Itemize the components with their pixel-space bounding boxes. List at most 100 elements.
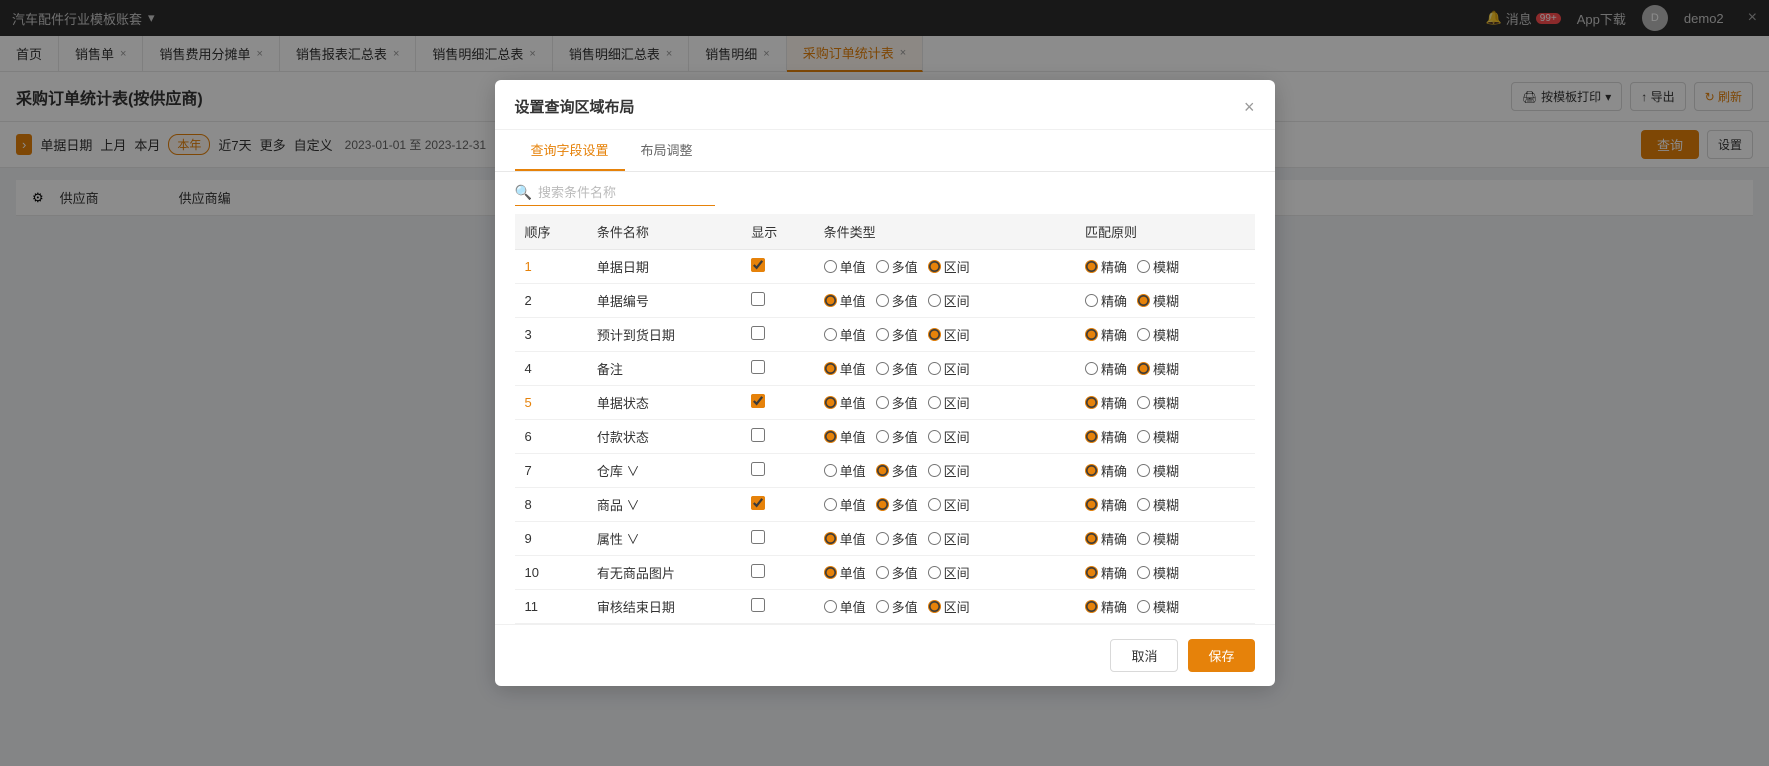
radio-match-模糊[interactable]: 模糊 [1137, 461, 1179, 480]
radio-match-精确[interactable]: 精确 [1085, 257, 1127, 276]
radio-condition-单值[interactable]: 单值 [824, 597, 866, 616]
row-display-cell[interactable] [741, 250, 813, 284]
row-condition-name: 属性 ∨ [587, 522, 741, 556]
row-condition-type-cell: 单值多值区间 [814, 250, 1075, 284]
settings-modal: 设置查询区域布局 × 查询字段设置 布局调整 🔍 顺序 [495, 80, 1275, 686]
radio-match-模糊[interactable]: 模糊 [1137, 563, 1179, 582]
radio-match-模糊[interactable]: 模糊 [1137, 359, 1179, 378]
radio-match-模糊[interactable]: 模糊 [1137, 325, 1179, 344]
radio-condition-单值[interactable]: 单值 [824, 529, 866, 548]
radio-match-精确[interactable]: 精确 [1085, 597, 1127, 616]
display-checkbox[interactable] [751, 258, 765, 272]
radio-condition-单值[interactable]: 单值 [824, 359, 866, 378]
radio-match-精确[interactable]: 精确 [1085, 393, 1127, 412]
save-button[interactable]: 保存 [1188, 639, 1254, 672]
table-row: 4备注单值多值区间精确模糊 [515, 352, 1255, 386]
modal-tab-layout[interactable]: 布局调整 [625, 130, 709, 171]
radio-condition-多值[interactable]: 多值 [876, 393, 918, 412]
row-display-cell[interactable] [741, 318, 813, 352]
radio-condition-区间[interactable]: 区间 [928, 495, 970, 514]
radio-condition-区间[interactable]: 区间 [928, 461, 970, 480]
col-condition-type: 条件类型 [814, 214, 1075, 250]
row-display-cell[interactable] [741, 454, 813, 488]
radio-match-模糊[interactable]: 模糊 [1137, 427, 1179, 446]
radio-condition-单值[interactable]: 单值 [824, 325, 866, 344]
row-display-cell[interactable] [741, 352, 813, 386]
radio-condition-多值[interactable]: 多值 [876, 597, 918, 616]
radio-match-精确[interactable]: 精确 [1085, 529, 1127, 548]
cancel-button[interactable]: 取消 [1110, 639, 1178, 672]
display-checkbox[interactable] [751, 530, 765, 544]
row-display-cell[interactable] [741, 420, 813, 454]
search-input[interactable] [538, 185, 698, 200]
radio-condition-单值[interactable]: 单值 [824, 291, 866, 310]
display-checkbox[interactable] [751, 462, 765, 476]
radio-match-模糊[interactable]: 模糊 [1137, 495, 1179, 514]
radio-condition-单值[interactable]: 单值 [824, 427, 866, 446]
radio-condition-单值[interactable]: 单值 [824, 495, 866, 514]
row-display-cell[interactable] [741, 284, 813, 318]
radio-condition-区间[interactable]: 区间 [928, 427, 970, 446]
radio-condition-区间[interactable]: 区间 [928, 359, 970, 378]
radio-match-模糊[interactable]: 模糊 [1137, 597, 1179, 616]
radio-condition-区间[interactable]: 区间 [928, 597, 970, 616]
row-display-cell[interactable] [741, 556, 813, 590]
row-display-cell[interactable] [741, 386, 813, 420]
radio-condition-区间[interactable]: 区间 [928, 257, 970, 276]
display-checkbox[interactable] [751, 326, 765, 340]
radio-condition-多值[interactable]: 多值 [876, 291, 918, 310]
radio-condition-区间[interactable]: 区间 [928, 529, 970, 548]
radio-match-精确[interactable]: 精确 [1085, 325, 1127, 344]
radio-match-模糊[interactable]: 模糊 [1137, 257, 1179, 276]
radio-match-精确[interactable]: 精确 [1085, 461, 1127, 480]
display-checkbox[interactable] [751, 496, 765, 510]
table-row: 6付款状态单值多值区间精确模糊 [515, 420, 1255, 454]
display-checkbox[interactable] [751, 428, 765, 442]
radio-condition-多值[interactable]: 多值 [876, 427, 918, 446]
display-checkbox[interactable] [751, 360, 765, 374]
radio-match-精确[interactable]: 精确 [1085, 495, 1127, 514]
radio-condition-多值[interactable]: 多值 [876, 461, 918, 480]
modal-table-container: 顺序 条件名称 显示 条件类型 匹配原则 1单据日期单值多值区间精确模糊2单据编… [495, 214, 1275, 624]
row-display-cell[interactable] [741, 522, 813, 556]
radio-condition-多值[interactable]: 多值 [876, 359, 918, 378]
order-num: 8 [525, 497, 532, 512]
radio-condition-多值[interactable]: 多值 [876, 529, 918, 548]
radio-condition-区间[interactable]: 区间 [928, 291, 970, 310]
radio-match-模糊[interactable]: 模糊 [1137, 393, 1179, 412]
radio-condition-多值[interactable]: 多值 [876, 325, 918, 344]
display-checkbox[interactable] [751, 292, 765, 306]
row-display-cell[interactable] [741, 488, 813, 522]
radio-match-模糊[interactable]: 模糊 [1137, 529, 1179, 548]
order-num: 4 [525, 361, 532, 376]
radio-condition-区间[interactable]: 区间 [928, 393, 970, 412]
radio-condition-多值[interactable]: 多值 [876, 257, 918, 276]
radio-match-精确[interactable]: 精确 [1085, 427, 1127, 446]
radio-match-精确[interactable]: 精确 [1085, 291, 1127, 310]
col-order: 顺序 [515, 214, 587, 250]
display-checkbox[interactable] [751, 598, 765, 612]
radio-match-精确[interactable]: 精确 [1085, 563, 1127, 582]
radio-condition-单值[interactable]: 单值 [824, 563, 866, 582]
col-display: 显示 [741, 214, 813, 250]
modal-tab-query-fields[interactable]: 查询字段设置 [515, 130, 625, 171]
radio-condition-多值[interactable]: 多值 [876, 495, 918, 514]
radio-condition-区间[interactable]: 区间 [928, 563, 970, 582]
radio-condition-单值[interactable]: 单值 [824, 257, 866, 276]
conditions-table: 顺序 条件名称 显示 条件类型 匹配原则 1单据日期单值多值区间精确模糊2单据编… [515, 214, 1255, 624]
row-display-cell[interactable] [741, 590, 813, 624]
display-checkbox[interactable] [751, 564, 765, 578]
row-order: 4 [515, 352, 587, 386]
modal-close-button[interactable]: × [1244, 98, 1255, 116]
row-order: 10 [515, 556, 587, 590]
row-condition-type-cell: 单值多值区间 [814, 284, 1075, 318]
radio-match-精确[interactable]: 精确 [1085, 359, 1127, 378]
display-checkbox[interactable] [751, 394, 765, 408]
radio-condition-单值[interactable]: 单值 [824, 461, 866, 480]
order-num: 7 [525, 463, 532, 478]
radio-condition-区间[interactable]: 区间 [928, 325, 970, 344]
radio-condition-多值[interactable]: 多值 [876, 563, 918, 582]
radio-match-模糊[interactable]: 模糊 [1137, 291, 1179, 310]
col-match-rule: 匹配原则 [1075, 214, 1255, 250]
radio-condition-单值[interactable]: 单值 [824, 393, 866, 412]
